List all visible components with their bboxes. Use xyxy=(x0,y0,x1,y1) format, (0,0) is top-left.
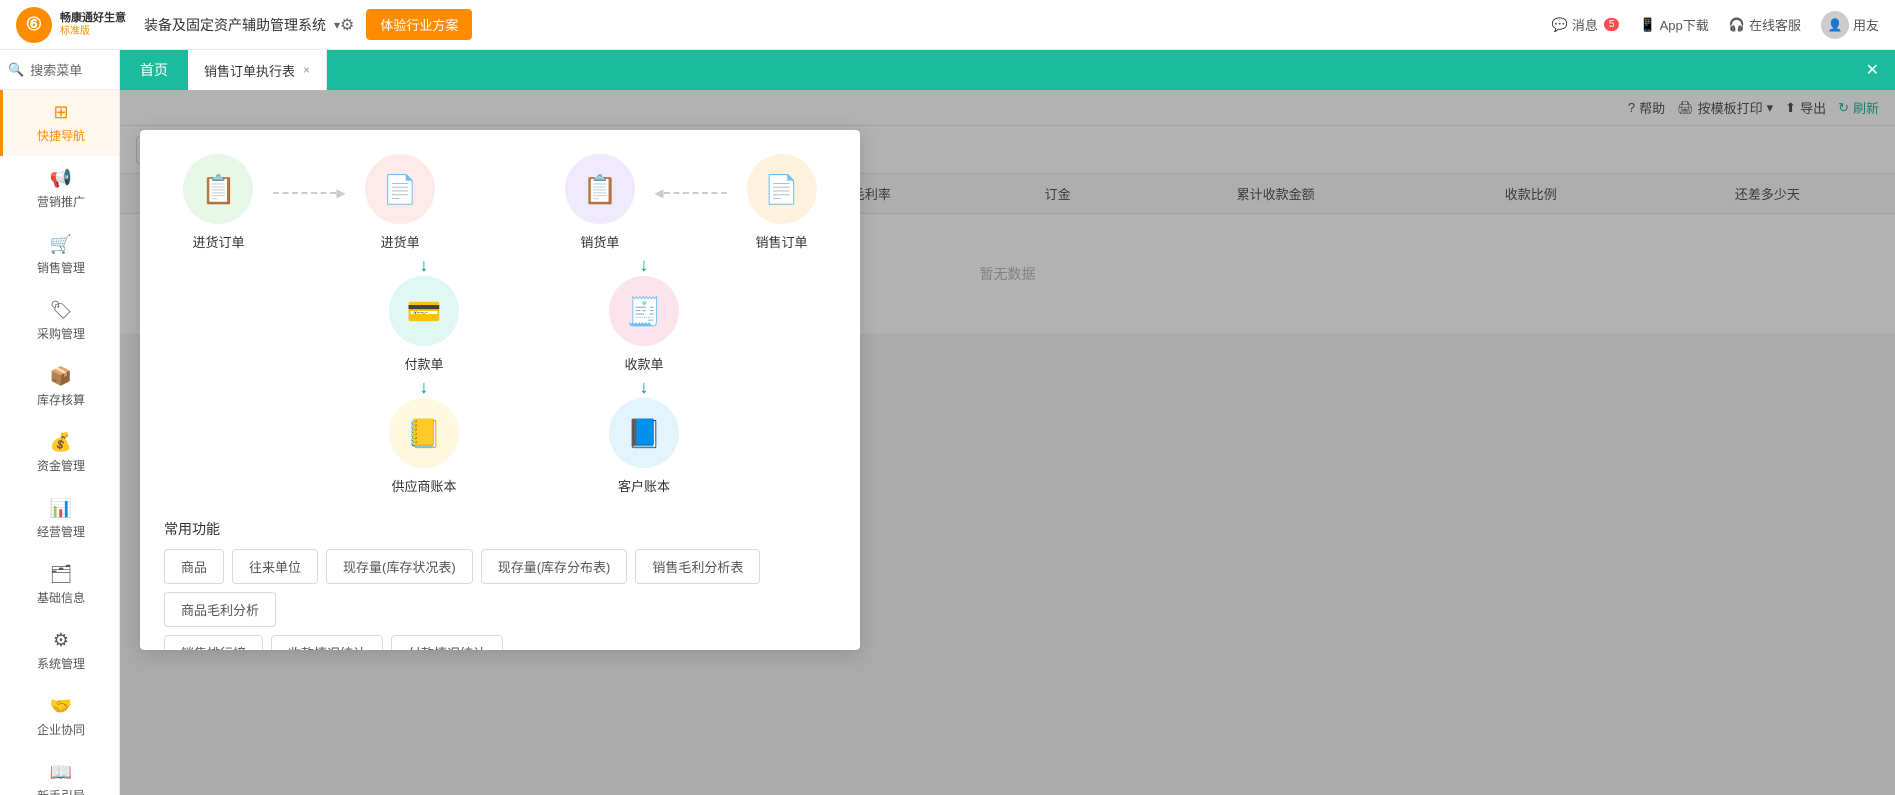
flow-node-sales-order[interactable]: 📄 销售订单 xyxy=(727,154,836,251)
service-icon: 🎧 xyxy=(1729,17,1745,33)
operation-label: 经营管理 xyxy=(37,523,85,540)
sidebar-item-enterprise[interactable]: 🤝 企业协同 xyxy=(0,684,119,750)
cf-button-0[interactable]: 商品 xyxy=(164,549,224,584)
supplier-ledger-icon: 📒 xyxy=(389,398,459,468)
overlay[interactable]: 📋 进货订单 ▶ 📄 xyxy=(120,90,1895,795)
quick-nav-label: 快捷导航 xyxy=(37,127,85,144)
payment-icon: 💳 xyxy=(389,276,459,346)
system-icon: ⚙ xyxy=(53,630,69,651)
sidebar-item-sales[interactable]: 🛒 销售管理 xyxy=(0,222,119,288)
purchase-bill-icon: 📄 xyxy=(365,154,435,224)
sidebar-item-guide[interactable]: 📖 新手引导 xyxy=(0,750,119,795)
cf-button-3[interactable]: 现存量(库存分布表) xyxy=(481,549,628,584)
flow-node-purchase-bill[interactable]: 📄 进货单 xyxy=(346,154,455,251)
flow-node-sales-bill[interactable]: 📋 销货单 xyxy=(545,154,654,251)
sidebar-item-quick-nav[interactable]: ⊞ 快捷导航 xyxy=(0,90,119,156)
sidebar-item-operation[interactable]: 📊 经营管理 xyxy=(0,486,119,552)
sidebar-item-finance[interactable]: 💰 资金管理 xyxy=(0,420,119,486)
quick-nav-panel: 📋 进货订单 ▶ 📄 xyxy=(140,130,860,650)
search-menu-button[interactable]: 🔍 搜索菜单 xyxy=(0,50,119,90)
basic-icon: 🗂 xyxy=(50,564,73,585)
sidebar-item-inventory[interactable]: 📦 库存核算 xyxy=(0,354,119,420)
system-label: 系统管理 xyxy=(37,655,85,672)
receipt-icon: 🧾 xyxy=(609,276,679,346)
sales-bill-icon: 📋 xyxy=(565,154,635,224)
sidebar-item-system[interactable]: ⚙ 系统管理 xyxy=(0,618,119,684)
online-service-button[interactable]: 🎧 在线客服 xyxy=(1729,15,1801,34)
tab-bar: 首页 销售订单执行表 × ✕ xyxy=(120,50,1895,90)
inventory-label: 库存核算 xyxy=(37,391,85,408)
sidebar-item-marketing[interactable]: 📢 营销推广 xyxy=(0,156,119,222)
inventory-icon: 📦 xyxy=(50,366,72,387)
message-icon: 💬 xyxy=(1552,17,1568,33)
marketing-icon: 📢 xyxy=(50,168,72,189)
cf-button-1[interactable]: 往来单位 xyxy=(232,549,318,584)
purchase-label: 采购管理 xyxy=(37,325,85,342)
sales-label: 销售管理 xyxy=(37,259,85,276)
common-functions: 常用功能 商品往来单位现存量(库存状况表)现存量(库存分布表)销售毛利分析表商品… xyxy=(164,519,836,650)
cf-buttons-row1: 商品往来单位现存量(库存状况表)现存量(库存分布表)销售毛利分析表商品毛利分析 xyxy=(164,549,836,627)
basic-label: 基础信息 xyxy=(37,589,85,606)
page-close-button[interactable]: ✕ xyxy=(1850,50,1895,90)
cf-buttons-row2: 销售排行榜收款情况统计付款情况统计 xyxy=(164,635,836,650)
cf-button-2[interactable]: 现存量(库存状况表) xyxy=(326,549,473,584)
finance-icon: 💰 xyxy=(50,432,72,453)
flow-node-purchase-order[interactable]: 📋 进货订单 xyxy=(164,154,273,251)
flow-node-customer-ledger[interactable]: 📘 客户账本 xyxy=(584,398,704,495)
purchase-icon: 🏷 xyxy=(50,300,73,321)
sales-order-icon: 📄 xyxy=(747,154,817,224)
cf-button-5[interactable]: 商品毛利分析 xyxy=(164,592,276,627)
cf-button-8[interactable]: 付款情况统计 xyxy=(391,635,503,650)
tab-home[interactable]: 首页 xyxy=(120,50,188,90)
quick-nav-icon: ⊞ xyxy=(53,102,68,123)
tab-close-button[interactable]: × xyxy=(303,63,310,77)
system-title: 装备及固定资产辅助管理系统 ▾ xyxy=(144,15,340,35)
flow-node-payment[interactable]: 💳 付款单 xyxy=(364,276,484,373)
user-menu-button[interactable]: 👤 用友 xyxy=(1821,11,1879,39)
enterprise-icon: 🤝 xyxy=(50,696,72,717)
flow-node-supplier-ledger[interactable]: 📒 供应商账本 xyxy=(364,398,484,495)
gear-button[interactable]: ⚙ xyxy=(340,15,354,35)
guide-icon: 📖 xyxy=(50,762,72,783)
marketing-label: 营销推广 xyxy=(37,193,85,210)
cf-button-7[interactable]: 收款情况统计 xyxy=(271,635,383,650)
logo-icon: ⑥ xyxy=(16,7,52,43)
customer-ledger-icon: 📘 xyxy=(609,398,679,468)
logo-area: ⑥ 畅康通好生意 标准版 xyxy=(16,7,136,43)
operation-icon: 📊 xyxy=(50,498,72,519)
sales-icon: 🛒 xyxy=(50,234,72,255)
page-content: ? 帮助 🖨 按模板打印 ▾ ⬆ 导出 ↻ 刷新 xyxy=(120,90,1895,795)
logo-text: 畅康通好生意 标准版 xyxy=(60,11,126,38)
guide-label: 新手引导 xyxy=(37,787,85,795)
message-button[interactable]: 💬 消息 5 xyxy=(1552,15,1620,34)
enterprise-label: 企业协同 xyxy=(37,721,85,738)
cf-button-4[interactable]: 销售毛利分析表 xyxy=(635,549,760,584)
sidebar-item-basic[interactable]: 🗂 基础信息 xyxy=(0,552,119,618)
finance-label: 资金管理 xyxy=(37,457,85,474)
sidebar: 🔍 搜索菜单 ⊞ 快捷导航 📢 营销推广 🛒 销售管理 🏷 采购管理 📦 库存核… xyxy=(0,50,120,795)
experience-button[interactable]: 体验行业方案 xyxy=(366,9,472,40)
cf-button-6[interactable]: 销售排行榜 xyxy=(164,635,263,650)
purchase-order-icon: 📋 xyxy=(183,154,253,224)
app-icon: 📱 xyxy=(1639,17,1655,33)
message-badge: 5 xyxy=(1604,18,1620,31)
search-icon: 🔍 xyxy=(8,62,24,78)
tab-sales-order[interactable]: 销售订单执行表 × xyxy=(188,50,327,90)
app-download-button[interactable]: 📱 App下载 xyxy=(1639,15,1708,34)
flow-node-receipt[interactable]: 🧾 收款单 xyxy=(584,276,704,373)
avatar: 👤 xyxy=(1821,11,1849,39)
sidebar-item-purchase[interactable]: 🏷 采购管理 xyxy=(0,288,119,354)
cf-title: 常用功能 xyxy=(164,519,836,539)
